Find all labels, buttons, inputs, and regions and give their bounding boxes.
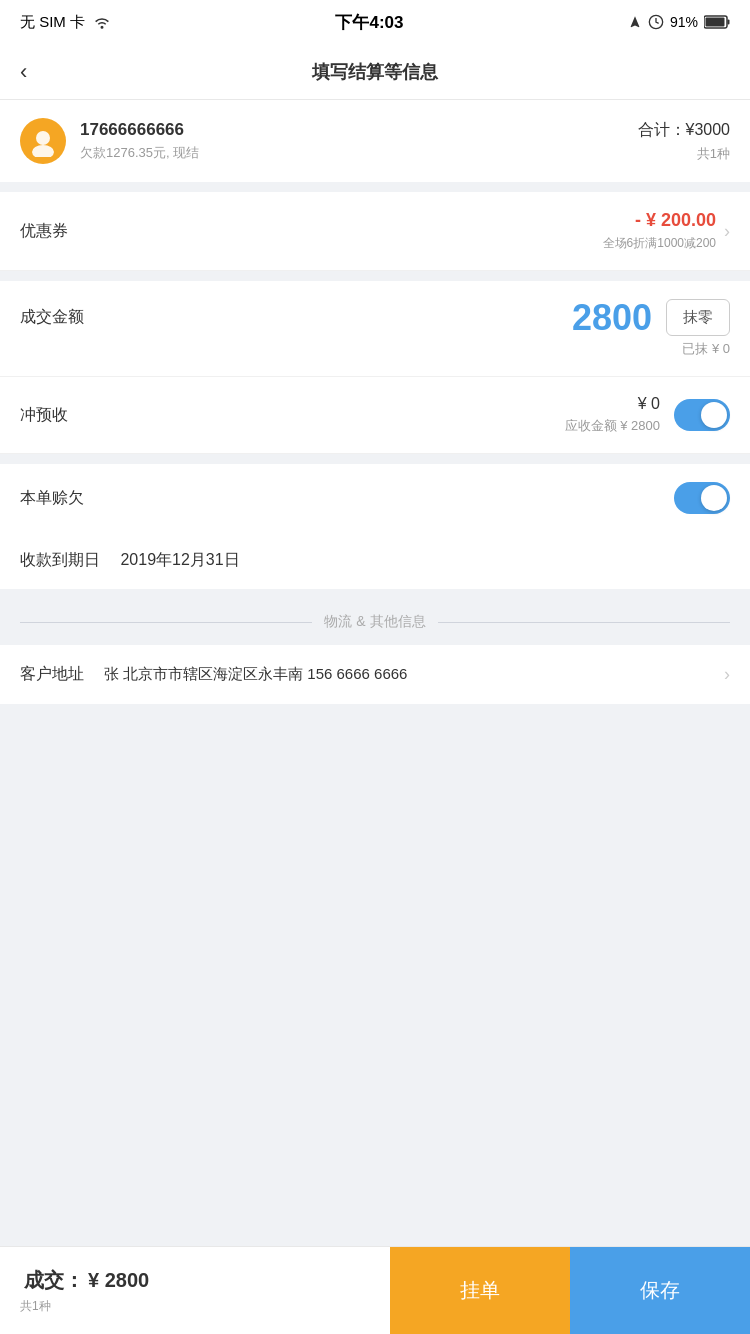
customer-card: 17666666666 欠款1276.35元, 现结 合计：¥3000 共1种	[0, 100, 750, 182]
prepay-toggle[interactable]	[674, 399, 730, 431]
coupon-row[interactable]: 优惠券 - ¥ 200.00 全场6折满1000减200 ›	[0, 192, 750, 271]
prepay-subtext: 应收金额 ¥ 2800	[565, 417, 660, 435]
status-right: 91%	[628, 14, 730, 30]
coupon-chevron-icon: ›	[724, 221, 730, 242]
round-zero-button[interactable]: 抹零	[666, 299, 730, 336]
wifi-icon	[93, 15, 111, 29]
avatar-icon	[27, 125, 59, 157]
address-value: 张 北京市市辖区海淀区永丰南 156 6666 6666	[104, 663, 716, 686]
customer-left: 17666666666 欠款1276.35元, 现结	[20, 118, 199, 164]
customer-debt: 欠款1276.35元, 现结	[80, 144, 199, 162]
customer-right: 合计：¥3000 共1种	[638, 120, 731, 163]
nav-bar: ‹ 填写结算等信息	[0, 44, 750, 100]
debt-label: 本单赊欠	[20, 488, 84, 509]
bottom-count: 共1种	[20, 1298, 370, 1315]
customer-info: 17666666666 欠款1276.35元, 现结	[80, 120, 199, 162]
battery-text: 91%	[670, 14, 698, 30]
separator-1	[0, 271, 750, 281]
bottom-deal-label: 成交：¥ 2800	[20, 1267, 370, 1294]
location-icon	[628, 15, 642, 29]
logistics-label: 物流 & 其他信息	[324, 613, 425, 631]
battery-icon	[704, 15, 730, 29]
prepay-row: 冲预收 ¥ 0 应收金额 ¥ 2800	[20, 395, 730, 435]
due-date-label: 收款到期日	[20, 551, 100, 568]
deal-amount-value: 2800	[572, 300, 652, 336]
status-bar: 无 SIM 卡 下午4:03 91%	[0, 0, 750, 44]
bottom-deal-amount: ¥ 2800	[88, 1269, 149, 1291]
save-button[interactable]: 保存	[570, 1247, 750, 1335]
divider-line-left	[20, 622, 312, 623]
no-sim-label: 无 SIM 卡	[20, 13, 85, 32]
content: 17666666666 欠款1276.35元, 现结 合计：¥3000 共1种 …	[0, 100, 750, 914]
coupon-right: - ¥ 200.00 全场6折满1000减200	[603, 210, 716, 252]
status-left: 无 SIM 卡	[20, 13, 111, 32]
page-title: 填写结算等信息	[312, 60, 438, 84]
debt-section: 本单赊欠	[0, 464, 750, 532]
address-chevron-icon: ›	[724, 664, 730, 685]
gray-area	[0, 704, 750, 824]
prepay-section: 冲预收 ¥ 0 应收金额 ¥ 2800	[0, 377, 750, 454]
address-section[interactable]: 客户地址 张 北京市市辖区海淀区永丰南 156 6666 6666 ›	[0, 645, 750, 704]
prepay-right: ¥ 0 应收金额 ¥ 2800	[565, 395, 730, 435]
debt-toggle[interactable]	[674, 482, 730, 514]
logistics-divider: 物流 & 其他信息	[0, 599, 750, 645]
prepay-label: 冲预收	[20, 405, 68, 426]
deal-right: 2800 抹零	[572, 299, 730, 336]
prepay-value-col: ¥ 0 应收金额 ¥ 2800	[565, 395, 660, 435]
due-date-value: 2019年12月31日	[120, 551, 239, 568]
coupon-label: 优惠券	[20, 221, 68, 242]
bottom-summary: 成交：¥ 2800 共1种	[0, 1267, 390, 1315]
separator-3	[0, 589, 750, 599]
svg-point-5	[32, 145, 54, 157]
svg-rect-3	[727, 20, 729, 25]
deal-amount-label: 成交金额	[20, 307, 84, 328]
deal-row: 成交金额 2800 抹零	[20, 299, 730, 336]
hang-button[interactable]: 挂单	[390, 1247, 570, 1335]
coupon-value: - ¥ 200.00	[635, 210, 716, 231]
svg-rect-2	[705, 18, 724, 27]
deal-amount-section: 成交金额 2800 抹零 已抹 ¥ 0	[0, 281, 750, 377]
clock-icon	[648, 14, 664, 30]
back-button[interactable]: ‹	[20, 59, 27, 85]
svg-point-4	[36, 131, 50, 145]
due-date-section: 收款到期日 2019年12月31日	[0, 532, 750, 589]
prepay-amount: ¥ 0	[565, 395, 660, 413]
divider-line-right	[438, 622, 730, 623]
status-time: 下午4:03	[335, 11, 403, 34]
total-count: 共1种	[638, 145, 731, 163]
total-amount: 合计：¥3000	[638, 120, 731, 141]
bottom-bar: 成交：¥ 2800 共1种 挂单 保存	[0, 1246, 750, 1334]
customer-phone: 17666666666	[80, 120, 199, 140]
deal-sub-text: 已抹 ¥ 0	[20, 340, 730, 358]
coupon-subtext: 全场6折满1000减200	[603, 235, 716, 252]
avatar	[20, 118, 66, 164]
address-label: 客户地址	[20, 664, 84, 685]
separator-2	[0, 454, 750, 464]
